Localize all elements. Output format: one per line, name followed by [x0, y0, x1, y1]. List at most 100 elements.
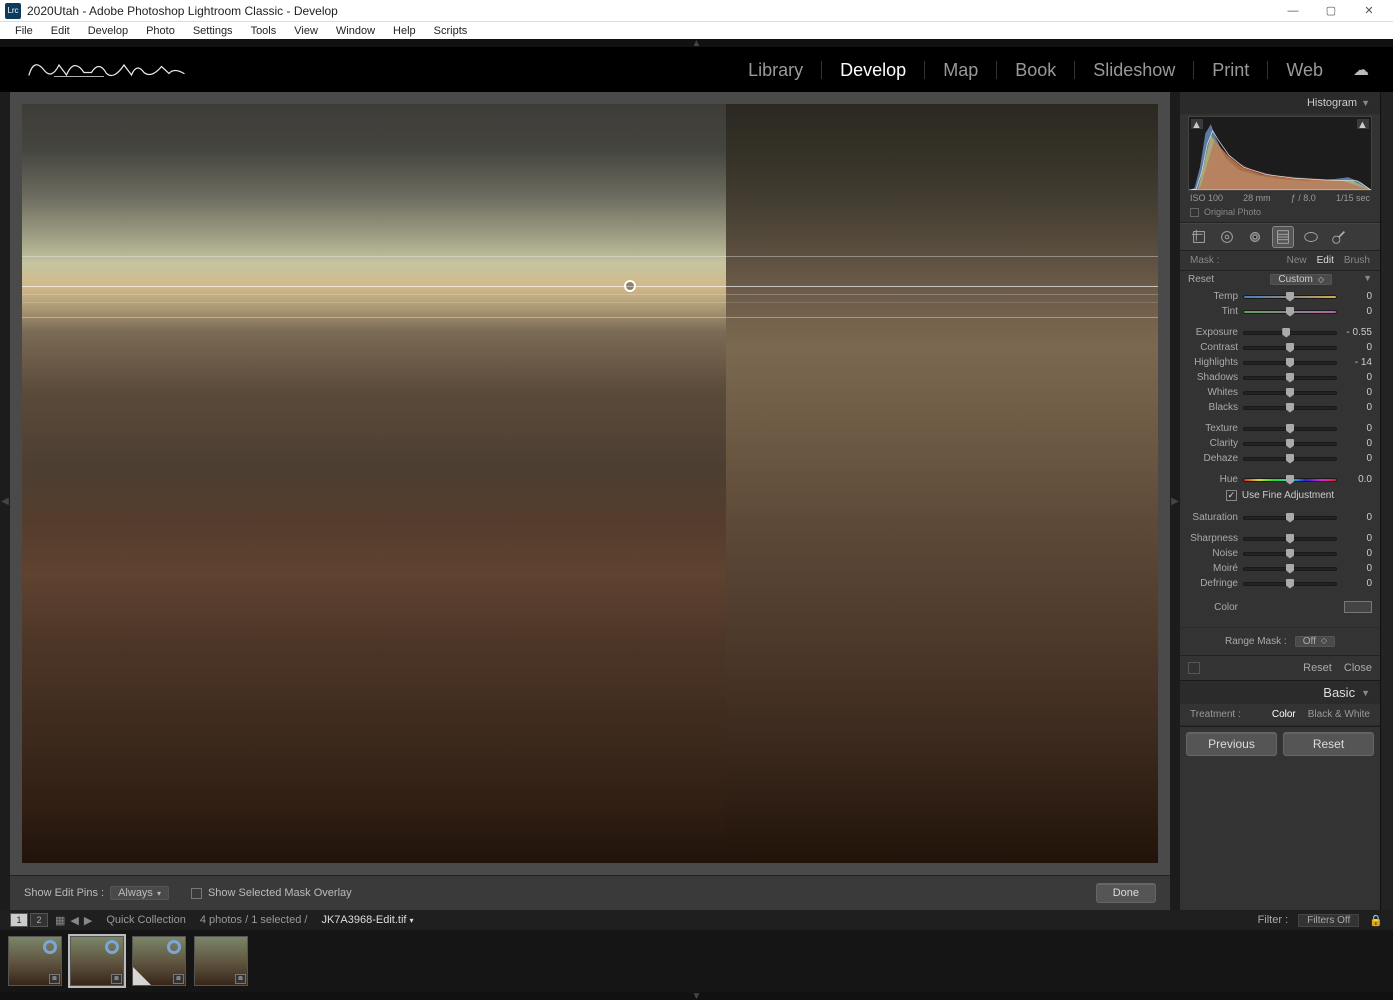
slider-value-texture[interactable]: 0 [1342, 423, 1372, 434]
slider-track-contrast[interactable] [1243, 346, 1337, 350]
module-map[interactable]: Map [924, 61, 996, 79]
range-mask-dropdown[interactable]: Off◇ [1295, 636, 1335, 647]
slider-value-exposure[interactable]: - 0.55 [1342, 327, 1372, 338]
slider-temp[interactable]: Temp0 [1188, 289, 1372, 304]
filmstrip-thumb-1[interactable]: ⧈ [8, 936, 62, 986]
original-photo-toggle[interactable]: Original Photo [1180, 204, 1380, 223]
slider-value-tint[interactable]: 0 [1342, 306, 1372, 317]
slider-track-texture[interactable] [1243, 427, 1337, 431]
identity-plate[interactable] [24, 50, 264, 90]
slider-thumb-dehaze[interactable] [1286, 454, 1294, 464]
slider-thumb-temp[interactable] [1286, 292, 1294, 302]
minimize-button[interactable]: — [1284, 2, 1302, 20]
effect-reset-link[interactable]: Reset [1188, 274, 1240, 285]
slider-contrast[interactable]: Contrast0 [1188, 340, 1372, 355]
slider-thumb-clarity[interactable] [1286, 439, 1294, 449]
module-library[interactable]: Library [730, 61, 821, 79]
slider-shadows[interactable]: Shadows0 [1188, 370, 1372, 385]
slider-tint[interactable]: Tint0 [1188, 304, 1372, 319]
slider-clarity[interactable]: Clarity0 [1188, 436, 1372, 451]
menu-settings[interactable]: Settings [184, 23, 242, 41]
slider-track-temp[interactable] [1243, 295, 1337, 299]
slider-thumb-whites[interactable] [1286, 388, 1294, 398]
slider-track-shadows[interactable] [1243, 376, 1337, 380]
slider-highlights[interactable]: Highlights- 14 [1188, 355, 1372, 370]
close-button[interactable]: ✕ [1360, 2, 1378, 20]
module-book[interactable]: Book [996, 61, 1074, 79]
menu-window[interactable]: Window [327, 23, 384, 41]
histogram[interactable]: ▲ ▲ [1188, 116, 1372, 191]
slider-thumb-sharpness[interactable] [1286, 534, 1294, 544]
radial-filter-tool-icon[interactable] [1300, 226, 1322, 248]
menu-help[interactable]: Help [384, 23, 425, 41]
preview-area[interactable] [10, 92, 1170, 875]
bottom-panel-toggle[interactable]: ▼ [0, 992, 1393, 1000]
slider-thumb-shadows[interactable] [1286, 373, 1294, 383]
mask-toggle-switch-icon[interactable] [1188, 662, 1200, 674]
slider-track-whites[interactable] [1243, 391, 1337, 395]
grid-view-icon[interactable]: ▦ [55, 914, 65, 927]
crop-tool-icon[interactable] [1188, 226, 1210, 248]
slider-thumb-defringe[interactable] [1286, 579, 1294, 589]
slider-track-dehaze[interactable] [1243, 457, 1337, 461]
right-panel-toggle[interactable]: ▶ [1170, 92, 1180, 910]
slider-thumb-highlights[interactable] [1286, 358, 1294, 368]
graduated-filter-line-bottom[interactable] [22, 317, 1158, 318]
slider-thumb-contrast[interactable] [1286, 343, 1294, 353]
menu-file[interactable]: File [6, 23, 42, 41]
slider-track-defringe[interactable] [1243, 582, 1337, 586]
slider-noise[interactable]: Noise0 [1188, 546, 1372, 561]
reset-button[interactable]: Reset [1283, 732, 1374, 756]
slider-dehaze[interactable]: Dehaze0 [1188, 451, 1372, 466]
screen-mode-2[interactable]: 2 [30, 913, 48, 927]
menu-scripts[interactable]: Scripts [425, 23, 477, 41]
slider-value-whites[interactable]: 0 [1342, 387, 1372, 398]
treatment-bw[interactable]: Black & White [1308, 709, 1370, 720]
screen-mode-1[interactable]: 1 [10, 913, 28, 927]
slider-track-blacks[interactable] [1243, 406, 1337, 410]
slider-thumb-saturation[interactable] [1286, 513, 1294, 523]
slider-defringe[interactable]: Defringe0 [1188, 576, 1372, 591]
graduated-filter-line-top[interactable] [22, 256, 1158, 257]
spot-removal-tool-icon[interactable] [1216, 226, 1238, 248]
menu-edit[interactable]: Edit [42, 23, 79, 41]
clipping-highlights-icon[interactable]: ▲ [1357, 119, 1369, 129]
adjustment-brush-tool-icon[interactable] [1328, 226, 1350, 248]
filter-lock-icon[interactable]: 🔒 [1369, 914, 1383, 927]
done-button[interactable]: Done [1096, 883, 1156, 903]
slider-whites[interactable]: Whites0 [1188, 385, 1372, 400]
mask-tab-new[interactable]: New [1287, 255, 1307, 266]
slider-thumb-hue[interactable] [1286, 475, 1294, 485]
menu-develop[interactable]: Develop [79, 23, 137, 41]
filmstrip-thumb-4[interactable]: ⧈ [194, 936, 248, 986]
slider-value-noise[interactable]: 0 [1342, 548, 1372, 559]
redeye-tool-icon[interactable] [1244, 226, 1266, 248]
slider-track-moire[interactable] [1243, 567, 1337, 571]
slider-thumb-noise[interactable] [1286, 549, 1294, 559]
previous-button[interactable]: Previous [1186, 732, 1277, 756]
mask-tab-edit[interactable]: Edit [1317, 255, 1334, 266]
effect-preset-dropdown[interactable]: Custom◇ [1270, 274, 1332, 285]
collection-name[interactable]: Quick Collection [106, 914, 185, 926]
graduated-filter-pin[interactable] [624, 280, 636, 292]
slider-value-moire[interactable]: 0 [1342, 563, 1372, 574]
module-slideshow[interactable]: Slideshow [1074, 61, 1193, 79]
mask-tab-brush[interactable]: Brush [1344, 255, 1370, 266]
module-print[interactable]: Print [1193, 61, 1267, 79]
graduated-filter-tool-icon[interactable] [1272, 226, 1294, 248]
slider-track-exposure[interactable] [1243, 331, 1337, 335]
mask-close-button[interactable]: Close [1344, 662, 1372, 674]
slider-texture[interactable]: Texture0 [1188, 421, 1372, 436]
slider-moire[interactable]: Moiré0 [1188, 561, 1372, 576]
slider-track-clarity[interactable] [1243, 442, 1337, 446]
module-develop[interactable]: Develop [821, 61, 924, 79]
slider-thumb-exposure[interactable] [1282, 328, 1290, 338]
menu-photo[interactable]: Photo [137, 23, 184, 41]
histogram-header[interactable]: Histogram▼ [1180, 92, 1380, 114]
filter-dropdown[interactable]: Filters Off [1298, 914, 1359, 927]
filmstrip-thumb-2[interactable]: ⧈ [70, 936, 124, 986]
current-filename[interactable]: JK7A3968-Edit.tif ▾ [321, 914, 413, 926]
treatment-color[interactable]: Color [1272, 709, 1296, 720]
slider-value-hue[interactable]: 0.0 [1342, 474, 1372, 485]
slider-hue[interactable]: Hue0.0 [1188, 472, 1372, 487]
